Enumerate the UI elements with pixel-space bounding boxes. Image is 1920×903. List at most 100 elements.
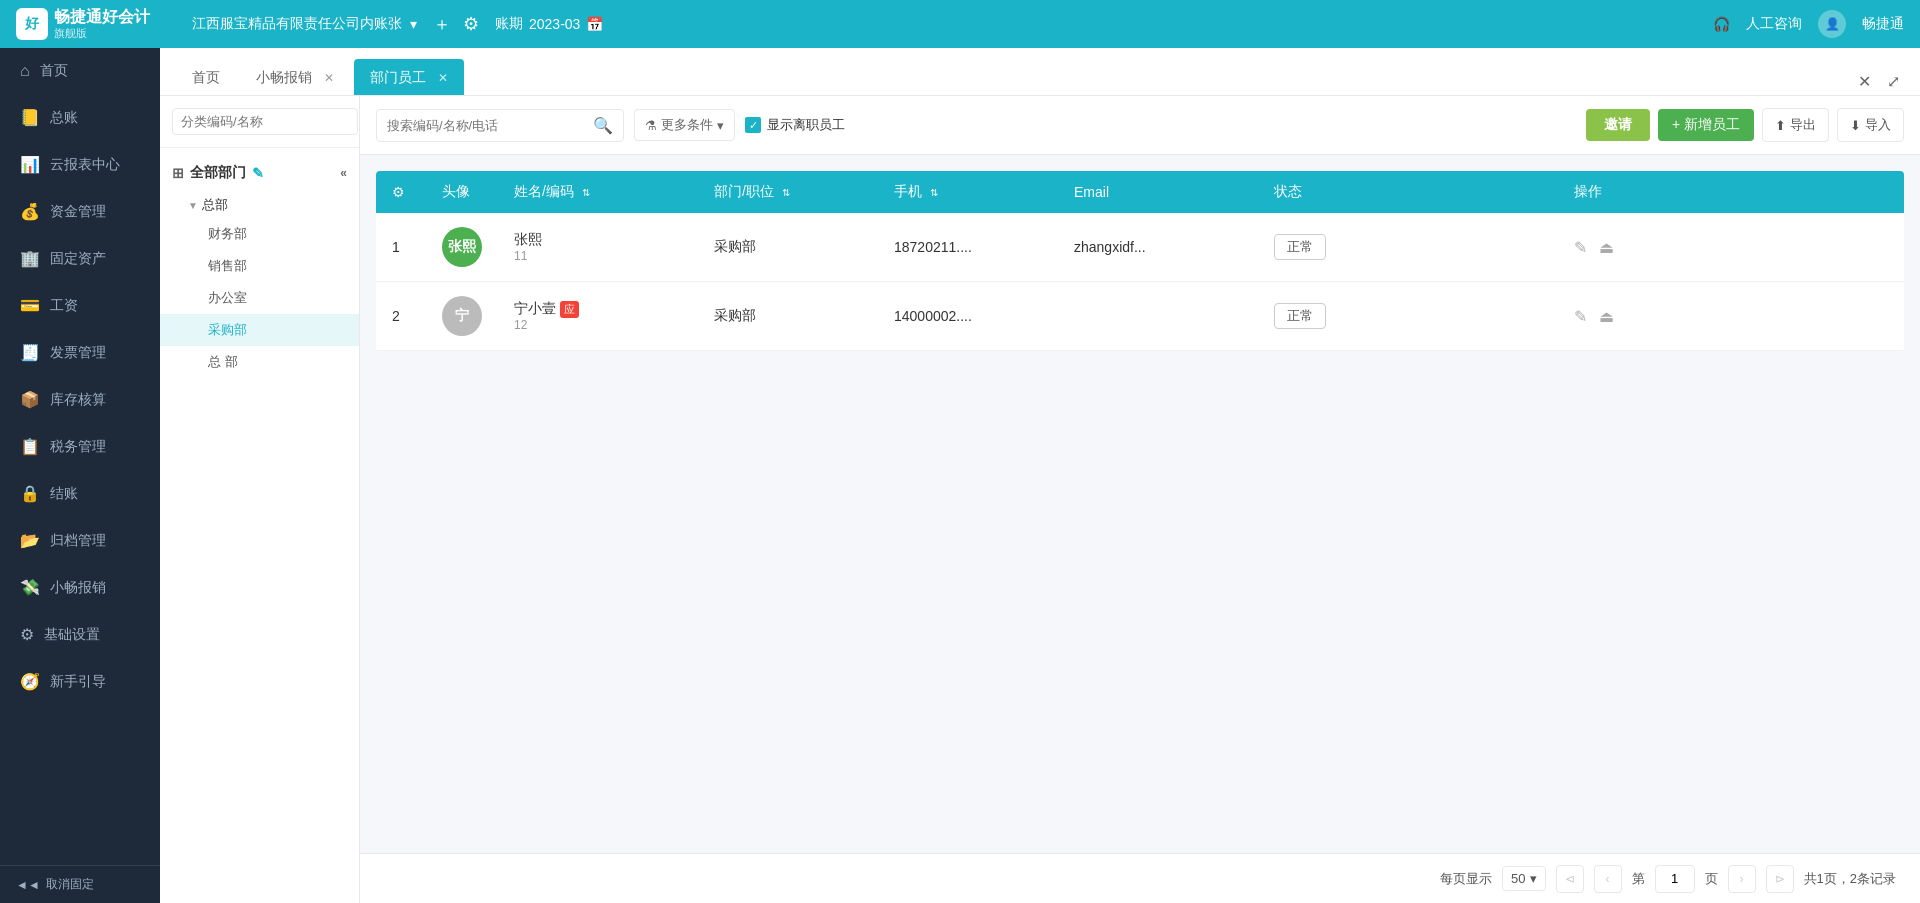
sidebar-item-tax[interactable]: 📋 税务管理 <box>0 423 160 470</box>
show-resigned-toggle[interactable]: 显示离职员工 <box>745 116 845 134</box>
sidebar-item-capital[interactable]: 💰 资金管理 <box>0 188 160 235</box>
sidebar-item-inventory[interactable]: 📦 库存核算 <box>0 376 160 423</box>
ying-badge: 应 <box>560 301 579 318</box>
row-email: zhangxidf... <box>1058 213 1258 282</box>
tab-xiaochang-close[interactable]: ✕ <box>324 71 334 85</box>
row-phone: 14000002.... <box>878 282 1058 351</box>
collapse-icon[interactable]: « <box>340 166 347 180</box>
col-settings[interactable]: ⚙ <box>376 171 426 213</box>
dept-search-input[interactable] <box>172 108 358 135</box>
sidebar-item-label: 小畅报销 <box>50 579 106 597</box>
sidebar-item-label: 发票管理 <box>50 344 106 362</box>
sidebar-item-settings[interactable]: ⚙ 基础设置 <box>0 611 160 658</box>
settings-icon[interactable]: ⚙ <box>463 13 479 35</box>
emp-avatar: 宁 <box>442 296 482 336</box>
edit-emp-icon[interactable]: ✎ <box>1574 307 1587 326</box>
delete-emp-icon[interactable]: ⏏ <box>1599 238 1614 257</box>
search-icon[interactable]: 🔍 <box>593 116 613 135</box>
page-no-label: 第 <box>1632 870 1645 888</box>
col-phone[interactable]: 手机 ⇅ <box>878 171 1058 213</box>
tab-dept-emp[interactable]: 部门员工 ✕ <box>354 59 464 95</box>
sidebar-item-archive[interactable]: 📂 归档管理 <box>0 517 160 564</box>
dept-group-label: 总部 <box>202 196 228 214</box>
last-page-btn[interactable]: ⊳ <box>1766 865 1794 893</box>
calendar-icon[interactable]: 📅 <box>586 16 603 32</box>
dept-child-label: 销售部 <box>208 258 247 273</box>
emp-search-box: 🔍 <box>376 109 624 142</box>
sidebar-item-ledger[interactable]: 📒 总账 <box>0 94 160 141</box>
period-value[interactable]: 2023-03 <box>529 16 580 32</box>
tab-close-all-icon[interactable]: ✕ <box>1854 68 1875 95</box>
dept-zongbu-sub[interactable]: 总 部 <box>160 346 359 378</box>
sidebar-item-assets[interactable]: 🏢 固定资产 <box>0 235 160 282</box>
period-label: 账期 <box>495 15 523 33</box>
dept-caiwu[interactable]: 财务部 <box>160 218 359 250</box>
row-avatar: 宁 <box>426 282 498 351</box>
col-name-code[interactable]: 姓名/编码 ⇅ <box>498 171 698 213</box>
sidebar-item-reports[interactable]: 📊 云报表中心 <box>0 141 160 188</box>
col-dept[interactable]: 部门/职位 ⇅ <box>698 171 878 213</box>
help-label[interactable]: 人工咨询 <box>1746 15 1802 33</box>
show-resigned-checkbox[interactable] <box>745 117 761 133</box>
col-dept-label: 部门/职位 <box>714 183 774 199</box>
settings-nav-icon: ⚙ <box>20 625 34 644</box>
tab-xiaochang-label: 小畅报销 <box>256 69 312 85</box>
table-row: 2 宁 宁小壹 应 12 采购部 14000002.... 正常 ✎ ⏏ <box>376 282 1904 351</box>
first-page-btn[interactable]: ⊲ <box>1556 865 1584 893</box>
export-button[interactable]: ⬆ 导出 <box>1762 108 1829 142</box>
all-depts[interactable]: ⊞ 全部部门 ✎ « <box>160 156 359 190</box>
toolbar-right: 邀请 + 新增员工 ⬆ 导出 ⬇ 导入 <box>1586 108 1904 142</box>
page-label: 页 <box>1705 870 1718 888</box>
dept-xiaoshou[interactable]: 销售部 <box>160 250 359 282</box>
emp-search-input[interactable] <box>387 118 587 133</box>
help-icon: 🎧 <box>1713 16 1730 32</box>
import-label: 导入 <box>1865 116 1891 134</box>
edit-dept-icon[interactable]: ✎ <box>252 165 264 181</box>
status-badge: 正常 <box>1274 303 1326 329</box>
row-index: 2 <box>376 282 426 351</box>
table-area: ⚙ 头像 姓名/编码 ⇅ 部门/职位 <box>360 155 1920 853</box>
row-index: 1 <box>376 213 426 282</box>
sidebar-item-salary[interactable]: 💳 工资 <box>0 282 160 329</box>
dept-bangongshi[interactable]: 办公室 <box>160 282 359 314</box>
user-name: 畅捷通 <box>1862 15 1904 33</box>
tab-expand-icon[interactable]: ⤢ <box>1883 68 1904 95</box>
tab-xiaochang[interactable]: 小畅报销 ✕ <box>240 59 350 95</box>
table-header-row: ⚙ 头像 姓名/编码 ⇅ 部门/职位 <box>376 171 1904 213</box>
add-emp-button[interactable]: + 新增员工 <box>1658 109 1754 141</box>
more-filters-btn[interactable]: ⚗ 更多条件 ▾ <box>634 109 735 141</box>
sidebar-item-xiaochang[interactable]: 💸 小畅报销 <box>0 564 160 611</box>
tab-dept-emp-close[interactable]: ✕ <box>438 71 448 85</box>
dept-caigou[interactable]: 采购部 <box>160 314 359 346</box>
prev-page-btn[interactable]: ‹ <box>1594 865 1622 893</box>
dropdown-icon[interactable]: ▾ <box>410 16 417 32</box>
cancel-fixed-btn[interactable]: ◄◄ 取消固定 <box>0 865 160 903</box>
sort-name-icon: ⇅ <box>582 187 590 198</box>
row-email <box>1058 282 1258 351</box>
closing-icon: 🔒 <box>20 484 40 503</box>
row-dept: 采购部 <box>698 213 878 282</box>
import-button[interactable]: ⬇ 导入 <box>1837 108 1904 142</box>
add-icon[interactable]: ＋ <box>433 12 451 36</box>
tab-home[interactable]: 首页 <box>176 59 236 95</box>
edit-emp-icon[interactable]: ✎ <box>1574 238 1587 257</box>
sidebar-item-guide[interactable]: 🧭 新手引导 <box>0 658 160 705</box>
next-page-btn[interactable]: › <box>1728 865 1756 893</box>
user-avatar: 👤 <box>1818 10 1846 38</box>
sidebar-item-closing[interactable]: 🔒 结账 <box>0 470 160 517</box>
dept-group-zongbu[interactable]: ▼ 总部 <box>160 190 359 218</box>
sidebar-item-home[interactable]: ⌂ 首页 <box>0 48 160 94</box>
company-area[interactable]: 江西服宝精品有限责任公司内账张 ▾ <box>192 15 417 33</box>
page-input[interactable] <box>1655 865 1695 893</box>
sort-dept-icon: ⇅ <box>782 187 790 198</box>
delete-emp-icon[interactable]: ⏏ <box>1599 307 1614 326</box>
page-size-select[interactable]: 50 ▾ <box>1502 866 1545 891</box>
sidebar-item-invoice[interactable]: 🧾 发票管理 <box>0 329 160 376</box>
per-page-label: 每页显示 <box>1440 870 1492 888</box>
pagination: 每页显示 50 ▾ ⊲ ‹ 第 页 › ⊳ 共1页，2条记录 <box>360 853 1920 903</box>
table-row: 1 张熙 张熙 11 采购部 18720211.... zhangxidf...… <box>376 213 1904 282</box>
invite-button[interactable]: 邀请 <box>1586 109 1650 141</box>
ledger-icon: 📒 <box>20 108 40 127</box>
sidebar-item-label: 税务管理 <box>50 438 106 456</box>
logo-area: 好 畅捷通好会计 旗舰版 <box>16 7 176 41</box>
